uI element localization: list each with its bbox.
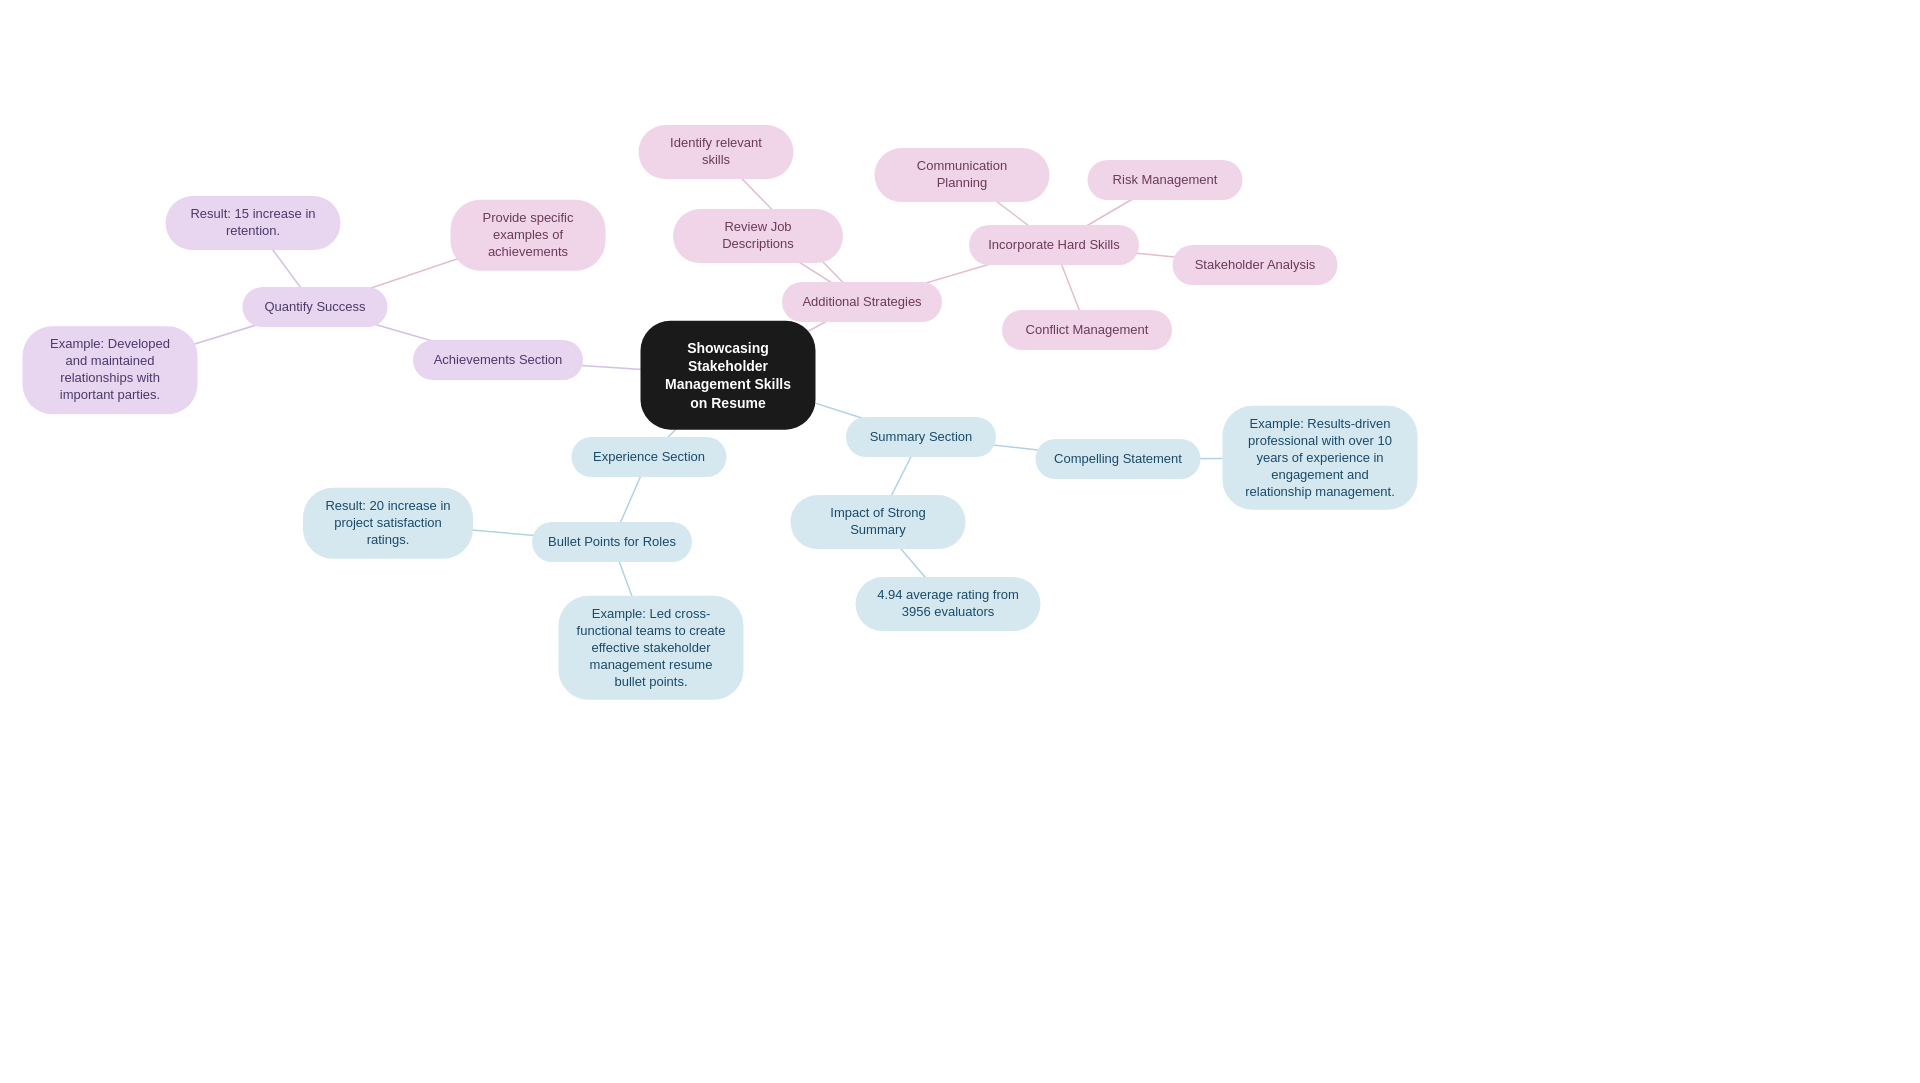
node-rating[interactable]: 4.94 average rating from 3956 evaluators [856,577,1041,631]
node-risk[interactable]: Risk Management [1088,160,1243,200]
node-identify[interactable]: Identify relevant skills [639,125,794,179]
node-experience[interactable]: Experience Section [572,437,727,477]
node-summary[interactable]: Summary Section [846,417,996,457]
node-review[interactable]: Review Job Descriptions [673,209,843,263]
mindmap-container: Showcasing Stakeholder Management Skills… [0,0,1920,1083]
node-bullet_points[interactable]: Bullet Points for Roles [532,522,692,562]
node-example_developed[interactable]: Example: Developed and maintained relati… [23,326,198,414]
node-example_results[interactable]: Example: Results-driven professional wit… [1223,406,1418,510]
node-compelling[interactable]: Compelling Statement [1036,439,1201,479]
node-result_project[interactable]: Result: 20 increase in project satisfact… [303,488,473,559]
node-example_led[interactable]: Example: Led cross-functional teams to c… [559,596,744,700]
node-center[interactable]: Showcasing Stakeholder Management Skills… [641,321,816,430]
node-stakeholder[interactable]: Stakeholder Analysis [1173,245,1338,285]
node-incorporate[interactable]: Incorporate Hard Skills [969,225,1139,265]
node-additional[interactable]: Additional Strategies [782,282,942,322]
node-impact_summary[interactable]: Impact of Strong Summary [791,495,966,549]
node-conflict[interactable]: Conflict Management [1002,310,1172,350]
node-achievements[interactable]: Achievements Section [413,340,583,380]
node-communication[interactable]: Communication Planning [875,148,1050,202]
node-result_retention[interactable]: Result: 15 increase in retention. [166,196,341,250]
node-quantify[interactable]: Quantify Success [243,287,388,327]
node-provide_examples[interactable]: Provide specific examples of achievement… [451,200,606,271]
